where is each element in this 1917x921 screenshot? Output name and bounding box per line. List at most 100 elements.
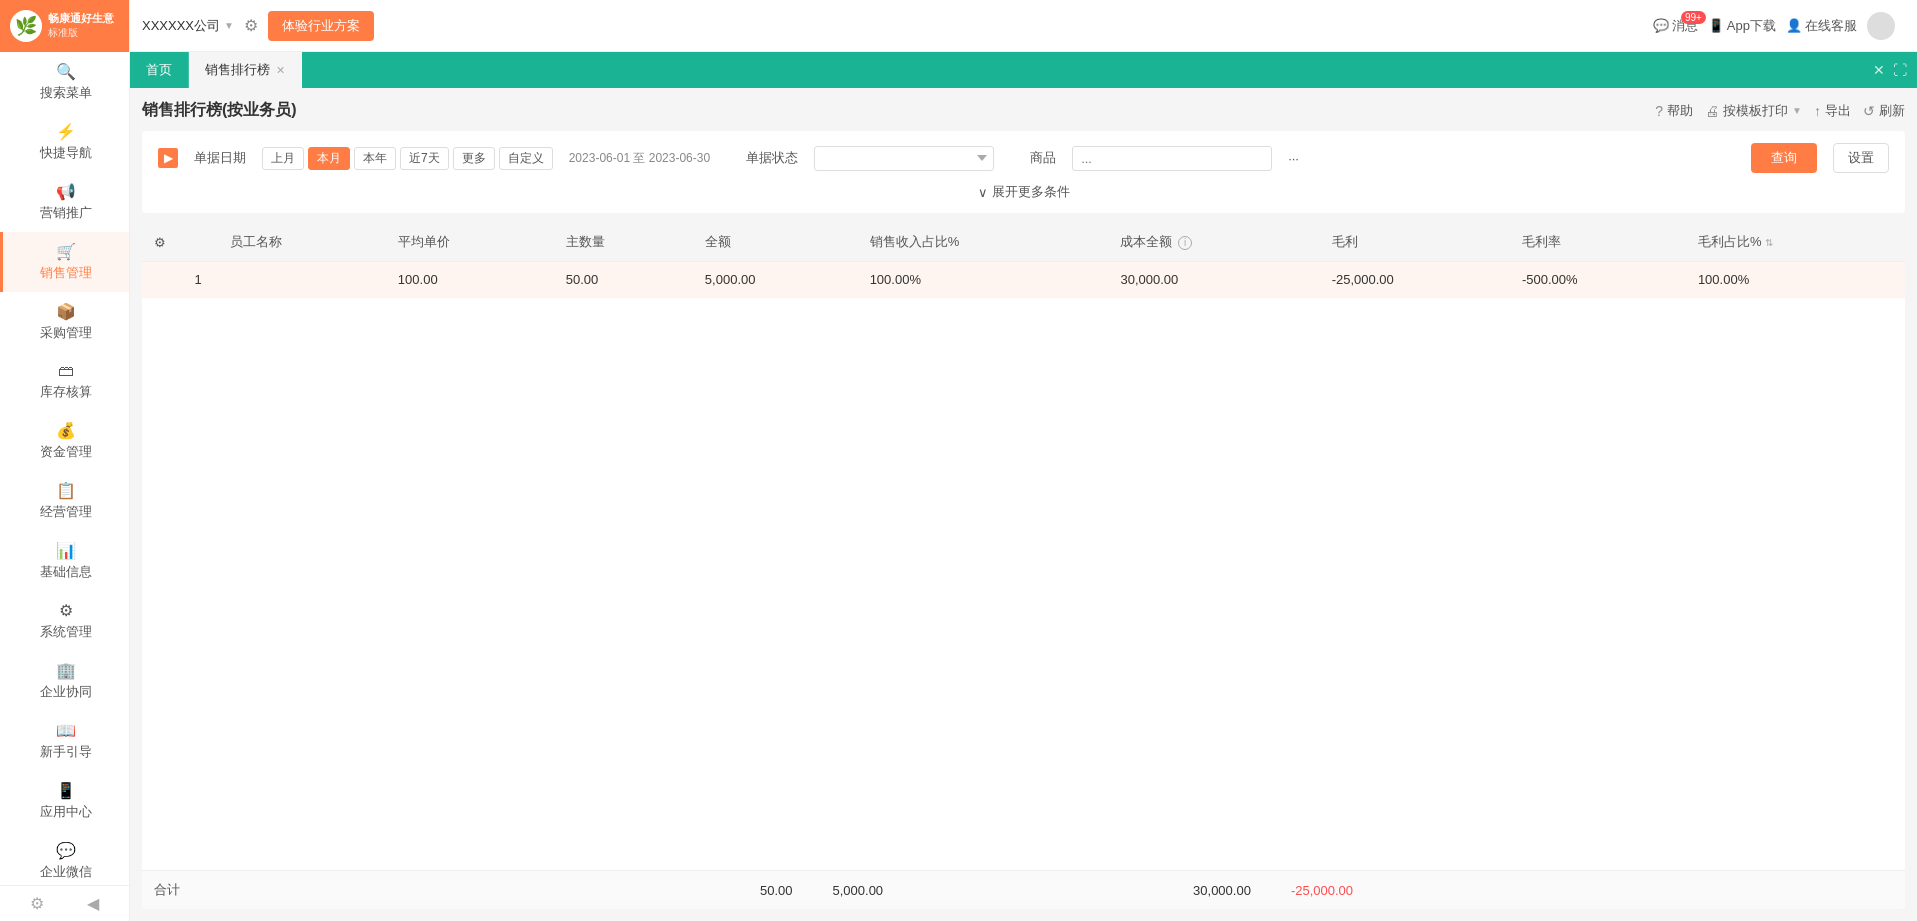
basic-icon: 📊	[56, 541, 76, 560]
sidebar-item-operations[interactable]: 📋 经营管理	[0, 471, 129, 531]
date-btn-last-month[interactable]: 上月	[262, 147, 304, 170]
tab-maximize-icon[interactable]: ⛶	[1893, 62, 1907, 78]
status-filter-label: 单据状态	[746, 149, 798, 167]
tab-actions: ✕ ⛶	[1863, 62, 1917, 78]
industry-btn[interactable]: 体验行业方案	[268, 11, 374, 41]
guide-label: 新手引导	[40, 743, 92, 761]
sidebar-item-appstore[interactable]: 📱 应用中心	[0, 771, 129, 831]
marketing-icon: 📢	[56, 182, 76, 201]
print-arrow-icon: ▼	[1792, 105, 1802, 116]
status-select-wrapper	[814, 146, 994, 171]
row-gross: -25,000.00	[1320, 262, 1510, 298]
sidebar-item-sales[interactable]: 🛒 销售管理	[0, 232, 129, 292]
avatar[interactable]	[1867, 12, 1895, 40]
col-header-name: 员工名称	[218, 223, 386, 262]
expand-label: 展开更多条件	[992, 183, 1070, 201]
online-service-btn[interactable]: 👤 在线客服	[1786, 17, 1857, 35]
filter-bar: ▶ 单据日期 上月 本月 本年 近7天 更多 自定义 2023-06-01 至 …	[142, 131, 1905, 213]
sidebar-item-wechat[interactable]: 💬 企业微信	[0, 831, 129, 885]
basic-label: 基础信息	[40, 563, 92, 581]
table-footer: 合计 50.00 5,000.00 30,000.00 -25,000.00	[142, 870, 1905, 909]
tab-sales-rank[interactable]: 销售排行榜 ✕	[189, 52, 302, 88]
col-header-rank	[178, 223, 218, 262]
help-label: 帮助	[1667, 102, 1693, 120]
refresh-btn[interactable]: ↺ 刷新	[1863, 102, 1905, 120]
print-btn[interactable]: 🖨 按模板打印 ▼	[1705, 102, 1802, 120]
date-btn-more[interactable]: 更多	[453, 147, 495, 170]
message-btn[interactable]: 💬 消息 99+	[1653, 17, 1698, 35]
app-icon: 📱	[1708, 18, 1724, 33]
filter-expand-row[interactable]: ∨ 展开更多条件	[158, 183, 1889, 201]
refresh-icon: ↺	[1863, 103, 1875, 119]
sidebar-logo: 🌿 畅康通好生意 标准版	[0, 0, 129, 52]
date-btn-this-year[interactable]: 本年	[354, 147, 396, 170]
finance-label: 资金管理	[40, 443, 92, 461]
wechat-icon: 💬	[56, 841, 76, 860]
sidebar-item-shortcut[interactable]: ⚡ 快捷导航	[0, 112, 129, 172]
settings-footer-icon[interactable]: ⚙	[30, 894, 44, 913]
page-header: 销售排行榜(按业务员) ? 帮助 🖨 按模板打印 ▼ ↑ 导出 ↺ 刷新	[142, 100, 1905, 121]
date-btn-this-month[interactable]: 本月	[308, 147, 350, 170]
footer-gross: -25,000.00	[1271, 883, 1353, 898]
app-download-btn[interactable]: 📱 App下载	[1708, 17, 1776, 35]
settings-btn[interactable]: 设置	[1833, 143, 1889, 173]
company-name: XXXXXX公司	[142, 17, 220, 35]
system-label: 系统管理	[40, 623, 92, 641]
col-header-gross-pct: 毛利占比% ⇅	[1686, 223, 1905, 262]
settings-icon[interactable]: ⚙	[244, 16, 258, 35]
refresh-label: 刷新	[1879, 102, 1905, 120]
help-icon: ?	[1655, 103, 1663, 119]
sales-icon: 🛒	[56, 242, 76, 261]
row-name	[218, 262, 386, 298]
sidebar-item-search[interactable]: 🔍 搜索菜单	[0, 52, 129, 112]
row-amount: 5,000.00	[693, 262, 858, 298]
tab-sales-rank-close[interactable]: ✕	[276, 64, 285, 77]
col-header-amount: 全额	[693, 223, 858, 262]
gross-pct-sort-icon[interactable]: ⇅	[1765, 237, 1773, 248]
tab-home-label: 首页	[146, 61, 172, 79]
help-btn[interactable]: ? 帮助	[1655, 102, 1693, 120]
purchase-icon: 📦	[56, 302, 76, 321]
sidebar-item-purchase[interactable]: 📦 采购管理	[0, 292, 129, 352]
row-avg-price: 100.00	[386, 262, 554, 298]
cost-info-icon[interactable]: i	[1178, 236, 1192, 250]
row-sales-pct: 100.00%	[858, 262, 1109, 298]
print-icon: 🖨	[1705, 103, 1719, 119]
table-row: 1 100.00 50.00 5,000.00 100.00% 30,000.0…	[142, 262, 1905, 298]
appstore-label: 应用中心	[40, 803, 92, 821]
tab-home[interactable]: 首页	[130, 52, 189, 88]
date-btn-7days[interactable]: 近7天	[400, 147, 449, 170]
operations-icon: 📋	[56, 481, 76, 500]
app-label: App下载	[1727, 17, 1776, 35]
sidebar-item-basic[interactable]: 📊 基础信息	[0, 531, 129, 591]
sidebar-footer: ⚙ ◀	[0, 885, 129, 921]
row-gross-rate: -500.00%	[1510, 262, 1686, 298]
query-btn[interactable]: 查询	[1751, 143, 1817, 173]
status-select[interactable]	[814, 146, 994, 171]
sidebar-item-finance[interactable]: 💰 资金管理	[0, 411, 129, 471]
collapse-icon[interactable]: ◀	[87, 894, 99, 913]
sidebar-item-guide[interactable]: 📖 新手引导	[0, 711, 129, 771]
export-label: 导出	[1825, 102, 1851, 120]
sidebar-item-enterprise[interactable]: 🏢 企业协同	[0, 651, 129, 711]
sidebar-item-marketing[interactable]: 📢 营销推广	[0, 172, 129, 232]
sidebar-item-inventory[interactable]: 🗃 库存核算	[0, 352, 129, 411]
sidebar-item-system[interactable]: ⚙ 系统管理	[0, 591, 129, 651]
finance-icon: 💰	[56, 421, 76, 440]
tabbar: 首页 销售排行榜 ✕ ✕ ⛶	[130, 52, 1917, 88]
company-selector[interactable]: XXXXXX公司 ▼	[142, 17, 234, 35]
expand-chevron-icon: ∨	[978, 185, 988, 200]
content-area: 销售排行榜(按业务员) ? 帮助 🖨 按模板打印 ▼ ↑ 导出 ↺ 刷新	[130, 88, 1917, 921]
goods-input[interactable]	[1072, 146, 1272, 171]
wechat-label: 企业微信	[40, 863, 92, 881]
footer-amount: 5,000.00	[812, 883, 883, 898]
date-btn-custom[interactable]: 自定义	[499, 147, 553, 170]
operations-label: 经营管理	[40, 503, 92, 521]
export-btn[interactable]: ↑ 导出	[1814, 102, 1851, 120]
col-header-cost: 成本全额 i	[1108, 223, 1319, 262]
purchase-label: 采购管理	[40, 324, 92, 342]
guide-icon: 📖	[56, 721, 76, 740]
tab-close-window-icon[interactable]: ✕	[1873, 62, 1885, 78]
filter-more-icon: ···	[1288, 151, 1299, 166]
filter-expand-toggle[interactable]: ▶	[158, 148, 178, 168]
